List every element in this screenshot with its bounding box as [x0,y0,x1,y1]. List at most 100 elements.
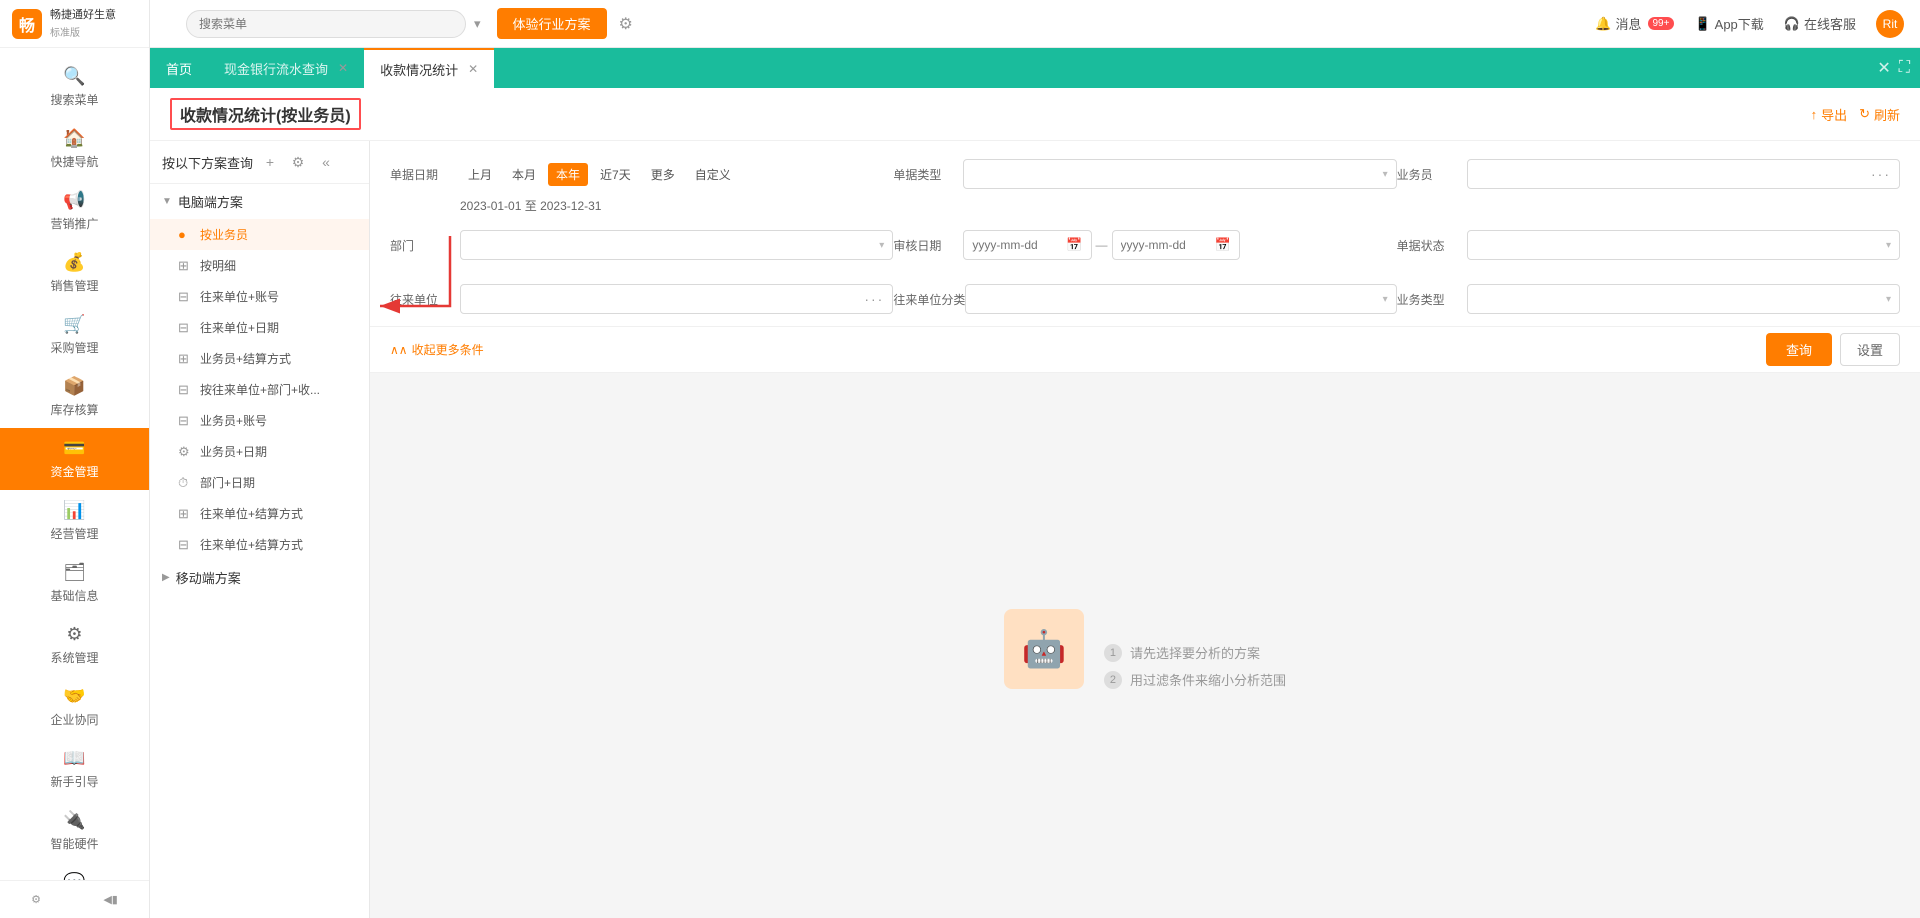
sidebar-item-system[interactable]: ⚙ 系统管理 [0,614,149,676]
scheme-item-counter-date[interactable]: ⊟ 往来单位+日期 [150,312,369,343]
tab-receipt-stats-close[interactable]: ✕ [468,62,478,76]
sidebar-collapse-btn[interactable]: ◀▮ [103,893,118,906]
filter-row3: 往来单位 ··· 往来单位分类 [370,272,1920,326]
clock-icon: ⏱ [178,475,194,491]
sidebar-item-basic-info[interactable]: 🗂 基础信息 [0,552,149,614]
calendar-icon[interactable]: 📅 [1066,237,1082,253]
date-btn-custom[interactable]: 自定义 [687,163,739,186]
scheme-item-by-salesperson[interactable]: ● 按业务员 [150,219,369,250]
sidebar-item-finance[interactable]: 💳 资金管理 [0,428,149,490]
date-btn-more[interactable]: 更多 [643,163,683,186]
scheme-item-by-detail[interactable]: ⊞ 按明细 [150,250,369,281]
audit-date-end-wrap: 📅 [1112,230,1240,260]
scheme-item-counter-account[interactable]: ⊟ 往来单位+账号 [150,281,369,312]
query-button[interactable]: 查询 [1766,333,1832,366]
app-download-btn[interactable]: 📱 App下载 [1694,14,1763,33]
tab-bar: 首页 现金银行流水查询 ✕ 收款情况统计 ✕ ✕ ⛶ [150,48,1920,88]
filter-audit-date-row: 审核日期 📅 — 📅 [893,222,1396,268]
user-avatar[interactable]: Rit [1876,10,1904,38]
scheme-item-dept-date[interactable]: ⏱ 部门+日期 [150,467,369,498]
scheme-item-counter-dept-receipt[interactable]: ⊟ 按往来单位+部门+收... [150,374,369,405]
operations-icon: 📊 [63,500,85,521]
search-input[interactable] [186,10,466,38]
sidebar-settings-btn[interactable]: ⚙ [31,893,41,906]
gear2-icon: ⚙ [178,444,194,460]
tab-bank-flow[interactable]: 现金银行流水查询 ✕ [208,48,364,88]
sidebar-item-search[interactable]: 🔍 搜索菜单 [0,56,149,118]
filter-row2: 部门 ▾ 审核日期 [370,218,1920,272]
scheme-panel-header: 按以下方案查询 + ⚙ « [150,141,369,184]
notification-btn[interactable]: 🔔 消息 99+ [1595,14,1674,33]
filter-footer: ∧∧ 收起更多条件 查询 设置 [370,326,1920,373]
date-btn-last-month[interactable]: 上月 [460,163,500,186]
sidebar-item-operations[interactable]: 📊 经营管理 [0,490,149,552]
counterparty-select[interactable]: ··· [460,284,893,314]
business-type-select[interactable]: ▾ [1467,284,1900,314]
tab-home-label: 首页 [166,59,192,78]
sidebar-item-label: 快捷导航 [50,153,98,170]
date-btn-this-month[interactable]: 本月 [504,163,544,186]
audit-date-start-input[interactable] [972,238,1062,252]
scheme-collapse-btn[interactable]: « [315,151,337,173]
scheme-item-label: 按明细 [200,257,236,274]
nav-arrow-icon[interactable]: ▾ [474,16,481,32]
date-btn-7days[interactable]: 近7天 [592,163,639,186]
settings-button[interactable]: 设置 [1840,333,1900,366]
sidebar-item-inventory[interactable]: 📦 库存核算 [0,366,149,428]
scheme-item-counter-settlement2[interactable]: ⊟ 往来单位+结算方式 [150,529,369,560]
calendar-icon2[interactable]: 📅 [1215,237,1231,253]
sidebar-item-label: 资金管理 [50,463,98,480]
collapse-bar[interactable]: ∧∧ 收起更多条件 [390,341,484,358]
doctype-control: ▾ [963,159,1396,189]
scheme-item-salesperson-settlement[interactable]: ⊞ 业务员+结算方式 [150,343,369,374]
salesperson-label: 业务员 [1397,166,1467,183]
tab-home[interactable]: 首页 [150,48,208,88]
sidebar-item-quicknav[interactable]: 🏠 快捷导航 [0,118,149,180]
tab-bank-flow-close[interactable]: ✕ [338,61,348,75]
sidebar-item-guide[interactable]: 📖 新手引导 [0,738,149,800]
sidebar-item-purchase[interactable]: 🛒 采购管理 [0,304,149,366]
scheme-item-label: 业务员+账号 [200,412,267,429]
docstatus-select[interactable]: ▾ [1467,230,1900,260]
scheme-add-btn[interactable]: + [259,151,281,173]
counterparty-cat-select[interactable]: ▾ [965,284,1396,314]
more-dots-icon[interactable]: ··· [1871,166,1891,182]
scheme-item-counter-settlement1[interactable]: ⊞ 往来单位+结算方式 [150,498,369,529]
doctype-select[interactable]: ▾ [963,159,1396,189]
date-btn-this-year[interactable]: 本年 [548,163,588,186]
scheme-group-desktop-title[interactable]: ▼ 电脑端方案 [150,184,369,219]
filter-row1: 单据日期 上月 本月 本年 近7天 更多 自定义 [370,141,1920,197]
chevron-down-icon2: ▾ [1383,169,1388,180]
audit-date-end-input[interactable] [1121,238,1211,252]
refresh-button[interactable]: ↻ 刷新 [1859,105,1900,124]
online-service-btn[interactable]: 🎧 在线客服 [1784,14,1856,33]
export-button[interactable]: ↑ 导出 [1811,105,1848,124]
trial-button[interactable]: 体验行业方案 [497,8,607,39]
main-content: 收款情况统计(按业务员) ↑ 导出 ↻ 刷新 按以下方案查询 + ⚙ [150,88,1920,918]
scheme-group-mobile-title[interactable]: ▶ 移动端方案 [150,560,369,595]
table4-icon: ⊟ [178,413,194,429]
sidebar-item-smart-hw[interactable]: 🔌 智能硬件 [0,800,149,862]
scheme-settings-btn[interactable]: ⚙ [287,151,309,173]
sidebar-item-sales[interactable]: 💰 销售管理 [0,242,149,304]
counterparty-dots[interactable]: ··· [864,291,884,307]
docstatus-control: ▾ [1467,230,1900,260]
window-maximize-btn[interactable]: ⛶ [1899,59,1910,77]
window-close-btn[interactable]: ✕ [1877,58,1890,78]
header-gear-icon[interactable]: ⚙ [619,14,633,34]
sidebar-item-marketing[interactable]: 📢 营销推广 [0,180,149,242]
scheme-item-label: 按往来单位+部门+收... [200,381,320,398]
scheme-item-salesperson-date[interactable]: ⚙ 业务员+日期 [150,436,369,467]
marketing-icon: 📢 [63,190,85,211]
sidebar-item-enterprise[interactable]: 🤝 企业协同 [0,676,149,738]
dept-select[interactable]: ▾ [460,230,893,260]
sidebar-item-wechat[interactable]: 💬 企业微信 [0,862,149,880]
filter-dept-row: 部门 ▾ [390,222,893,268]
dept-label: 部门 [390,237,460,254]
page-header: 收款情况统计(按业务员) ↑ 导出 ↻ 刷新 [150,88,1920,141]
salesperson-select[interactable]: ··· [1467,159,1900,189]
scheme-item-salesperson-account[interactable]: ⊟ 业务员+账号 [150,405,369,436]
tab-receipt-stats[interactable]: 收款情况统计 ✕ [364,48,494,88]
system-icon: ⚙ [66,624,82,645]
online-service-label: 在线客服 [1804,14,1856,33]
